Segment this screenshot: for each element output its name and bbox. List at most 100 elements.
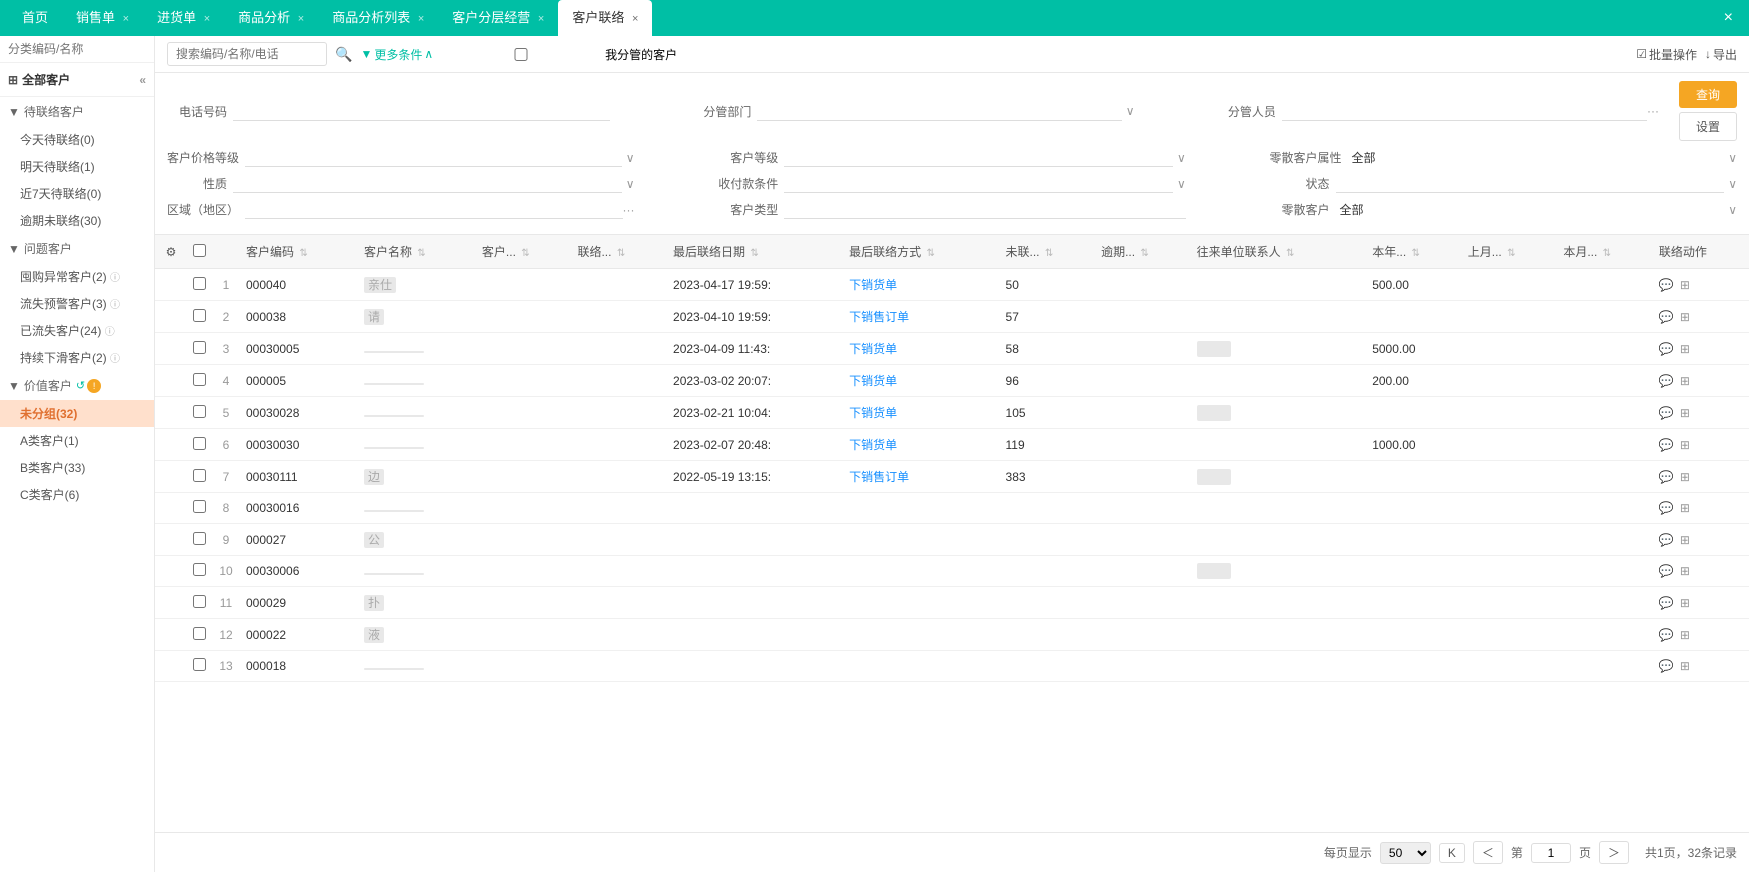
page-input[interactable]: [1531, 843, 1571, 863]
cell-checkbox[interactable]: [187, 461, 212, 493]
col-type[interactable]: 客户... ⇅: [476, 235, 572, 269]
row-checkbox[interactable]: [193, 532, 206, 545]
person-input[interactable]: [1282, 102, 1647, 121]
refresh-icon[interactable]: ↺: [76, 379, 85, 392]
dept-dropdown-icon[interactable]: ∨: [1126, 104, 1135, 118]
next-page-btn[interactable]: ＞: [1599, 841, 1629, 864]
message-icon[interactable]: 💬: [1659, 278, 1674, 292]
row-checkbox[interactable]: [193, 563, 206, 576]
cell-checkbox[interactable]: [187, 651, 212, 682]
row-checkbox[interactable]: [193, 277, 206, 290]
row-checkbox[interactable]: [193, 595, 206, 608]
grid-action-icon[interactable]: ⊞: [1680, 374, 1690, 388]
col-this-year[interactable]: 本年... ⇅: [1366, 235, 1462, 269]
cell-checkbox[interactable]: [187, 333, 212, 365]
filter-more-btn[interactable]: ▼ 更多条件 ∧: [360, 46, 433, 63]
price-level-icon[interactable]: ∨: [626, 151, 635, 165]
nav-home[interactable]: 首页: [8, 0, 62, 36]
grid-action-icon[interactable]: ⊞: [1680, 406, 1690, 420]
sidebar-item-overdue[interactable]: 逾期未联络(30): [0, 207, 154, 234]
per-page-select[interactable]: 50 100 200: [1380, 842, 1431, 864]
sidebar-item-today[interactable]: 今天待联络(0): [0, 126, 154, 153]
col-last-date[interactable]: 最后联络日期 ⇅: [667, 235, 843, 269]
grid-action-icon[interactable]: ⊞: [1680, 470, 1690, 484]
status-icon[interactable]: ∨: [1728, 177, 1737, 191]
col-name[interactable]: 客户名称 ⇅: [358, 235, 476, 269]
sidebar-item-class-b[interactable]: B类客户(33): [0, 454, 154, 481]
row-checkbox[interactable]: [193, 627, 206, 640]
payment-icon[interactable]: ∨: [1177, 177, 1186, 191]
grid-action-icon[interactable]: ⊞: [1680, 438, 1690, 452]
close-analysis[interactable]: ×: [298, 13, 304, 25]
sidebar-item-churned[interactable]: 已流失客户(24) ⓘ: [0, 317, 154, 344]
cell-checkbox[interactable]: [187, 524, 212, 556]
export-btn[interactable]: ↓ 导出: [1705, 46, 1737, 63]
close-customer-tier[interactable]: ×: [538, 13, 544, 25]
row-checkbox[interactable]: [193, 500, 206, 513]
row-checkbox[interactable]: [193, 469, 206, 482]
grid-action-icon[interactable]: ⊞: [1680, 596, 1690, 610]
cell-checkbox[interactable]: [187, 397, 212, 429]
grid-action-icon[interactable]: ⊞: [1680, 533, 1690, 547]
nav-customer-contact[interactable]: 客户联络 ×: [558, 0, 652, 36]
reset-btn[interactable]: 设置: [1679, 112, 1737, 141]
message-icon[interactable]: 💬: [1659, 470, 1674, 484]
customer-type-input[interactable]: [784, 200, 1186, 219]
sidebar-item-ungrouped[interactable]: 未分组(32): [0, 400, 154, 427]
batch-ops-btn[interactable]: ☑ 批量操作: [1636, 46, 1697, 63]
select-all-checkbox[interactable]: [193, 244, 206, 257]
price-level-input[interactable]: [245, 148, 622, 167]
my-customers-filter[interactable]: 我分管的客户: [441, 46, 677, 63]
nature-input[interactable]: [233, 174, 622, 193]
sidebar-item-declining[interactable]: 持续下滑客户(2) ⓘ: [0, 344, 154, 371]
col-setting[interactable]: ⚙: [155, 235, 187, 269]
retail-attr-icon[interactable]: ∨: [1728, 151, 1737, 165]
contact-way-link[interactable]: 下销货单: [849, 278, 897, 292]
contact-way-link[interactable]: 下销货单: [849, 438, 897, 452]
message-icon[interactable]: 💬: [1659, 438, 1674, 452]
sidebar-item-tomorrow[interactable]: 明天待联络(1): [0, 153, 154, 180]
col-code[interactable]: 客户编码 ⇅: [240, 235, 358, 269]
message-icon[interactable]: 💬: [1659, 659, 1674, 673]
sidebar-item-class-a[interactable]: A类客户(1): [0, 427, 154, 454]
col-last-way[interactable]: 最后联络方式 ⇅: [843, 235, 999, 269]
row-checkbox[interactable]: [193, 437, 206, 450]
search-button[interactable]: 🔍: [335, 46, 352, 63]
close-analysis-list[interactable]: ×: [418, 13, 424, 25]
row-checkbox[interactable]: [193, 405, 206, 418]
phone-input[interactable]: [233, 102, 610, 121]
col-last-month[interactable]: 上月... ⇅: [1462, 235, 1558, 269]
sidebar-search-input[interactable]: [8, 42, 155, 56]
message-icon[interactable]: 💬: [1659, 406, 1674, 420]
payment-input[interactable]: [784, 174, 1173, 193]
close-sales[interactable]: ×: [123, 13, 129, 25]
status-input[interactable]: [1336, 174, 1725, 193]
contact-way-link[interactable]: 下销货单: [849, 374, 897, 388]
person-dots-btn[interactable]: ···: [1647, 104, 1659, 118]
row-checkbox[interactable]: [193, 373, 206, 386]
sidebar-item-churn-warning[interactable]: 流失预警客户(3) ⓘ: [0, 290, 154, 317]
col-checkbox[interactable]: [187, 235, 212, 269]
retail-icon[interactable]: ∨: [1728, 203, 1737, 217]
sidebar-all-customers[interactable]: ⊞ 全部客户 «: [0, 63, 154, 97]
message-icon[interactable]: 💬: [1659, 533, 1674, 547]
contact-way-link[interactable]: 下销售订单: [849, 310, 909, 324]
search-input[interactable]: [167, 42, 327, 66]
grid-action-icon[interactable]: ⊞: [1680, 342, 1690, 356]
first-page-btn[interactable]: K: [1439, 843, 1465, 863]
row-checkbox[interactable]: [193, 341, 206, 354]
region-input[interactable]: [245, 200, 622, 219]
sidebar-item-hoarding[interactable]: 囤购异常客户(2) ⓘ: [0, 263, 154, 290]
sidebar-collapse-icon[interactable]: «: [139, 73, 146, 87]
cell-checkbox[interactable]: [187, 556, 212, 587]
grid-action-icon[interactable]: ⊞: [1680, 278, 1690, 292]
search-submit-btn[interactable]: 查询: [1679, 81, 1737, 108]
grid-action-icon[interactable]: ⊞: [1680, 564, 1690, 578]
row-checkbox[interactable]: [193, 309, 206, 322]
customer-level-icon[interactable]: ∨: [1177, 151, 1186, 165]
customer-level-input[interactable]: [784, 148, 1173, 167]
cell-checkbox[interactable]: [187, 619, 212, 651]
grid-action-icon[interactable]: ⊞: [1680, 659, 1690, 673]
contact-way-link[interactable]: 下销货单: [849, 406, 897, 420]
sidebar-section-value[interactable]: ▼ 价值客户 ↺ !: [0, 371, 154, 400]
